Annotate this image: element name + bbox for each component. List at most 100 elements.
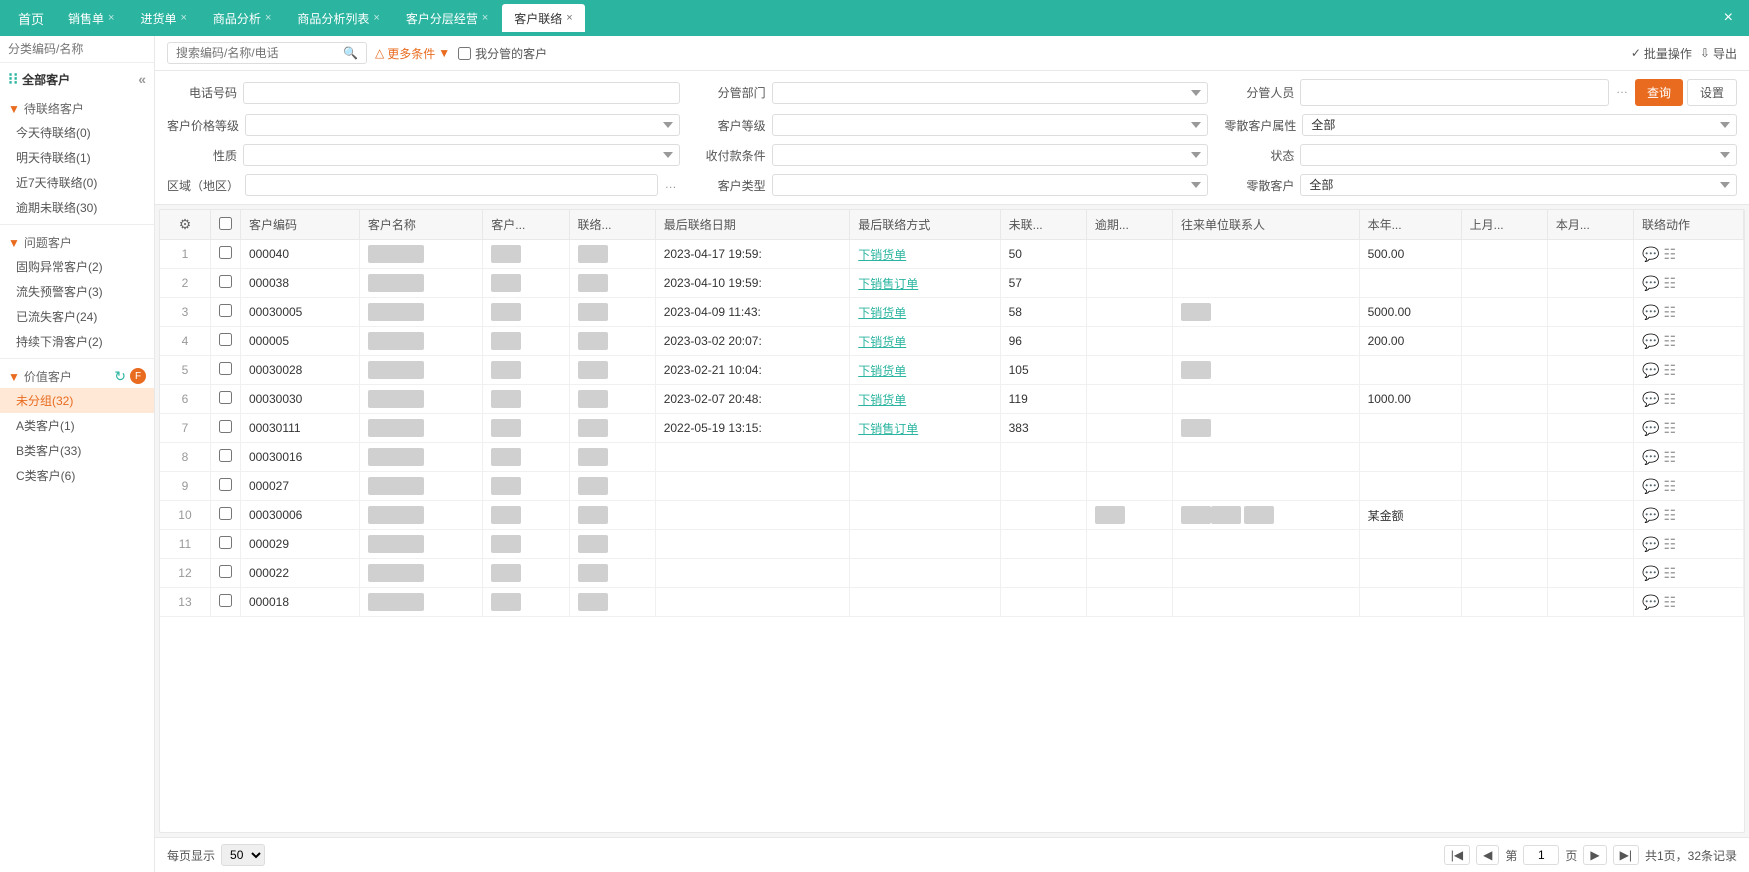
message-action-icon[interactable]: 💬 (1642, 507, 1659, 524)
my-customers-checkbox[interactable]: 我分管的客户 (458, 45, 547, 62)
sidebar-item-7days[interactable]: 近7天待联络(0) (0, 170, 154, 195)
sidebar-item-churned[interactable]: 已流失客户(24) (0, 304, 154, 329)
retail-customer-select[interactable]: 全部 (1300, 174, 1737, 196)
message-action-icon[interactable]: 💬 (1642, 594, 1659, 611)
message-action-icon[interactable]: 💬 (1642, 391, 1659, 408)
row-checkbox[interactable] (219, 304, 232, 317)
customer-grade-select[interactable] (772, 114, 1209, 136)
message-action-icon[interactable]: 💬 (1642, 333, 1659, 350)
method-link[interactable]: 下销售订单 (858, 277, 918, 291)
message-action-icon[interactable]: 💬 (1642, 536, 1659, 553)
customer-type-select[interactable] (772, 174, 1209, 196)
row-checkbox-cell[interactable] (210, 327, 240, 356)
dept-select[interactable] (772, 82, 1209, 104)
prev-page-button[interactable]: ◀ (1476, 845, 1499, 865)
search-icon[interactable]: 🔍 (343, 46, 358, 60)
tab-purchase[interactable]: 进货单 × (128, 4, 198, 32)
message-action-icon[interactable]: 💬 (1642, 275, 1659, 292)
refresh-icon[interactable]: ↻ (114, 368, 126, 385)
sidebar-item-c-class[interactable]: C类客户(6) (0, 463, 154, 488)
grid-action-icon[interactable]: ☷ (1663, 478, 1676, 495)
grid-action-icon[interactable]: ☷ (1663, 536, 1676, 553)
region-more-icon[interactable]: … (662, 174, 680, 196)
row-checkbox[interactable] (219, 275, 232, 288)
row-checkbox[interactable] (219, 333, 232, 346)
grid-action-icon[interactable]: ☷ (1663, 507, 1676, 524)
message-action-icon[interactable]: 💬 (1642, 420, 1659, 437)
method-link[interactable]: 下销货单 (858, 335, 906, 349)
staff-input[interactable] (1300, 79, 1609, 106)
sidebar-item-a-class[interactable]: A类客户(1) (0, 413, 154, 438)
my-customers-check[interactable] (458, 47, 471, 60)
th-checkbox[interactable] (210, 210, 240, 240)
message-action-icon[interactable]: 💬 (1642, 478, 1659, 495)
batch-op-button[interactable]: ✓ 批量操作 (1631, 45, 1692, 62)
sidebar-item-tomorrow[interactable]: 明天待联络(1) (0, 145, 154, 170)
sidebar-item-churn-warn[interactable]: 流失预警客户(3) (0, 279, 154, 304)
close-product-list-tab[interactable]: × (373, 12, 379, 24)
select-all-checkbox[interactable] (219, 217, 232, 230)
message-action-icon[interactable]: 💬 (1642, 304, 1659, 321)
close-segment-tab[interactable]: × (482, 12, 488, 24)
page-size-select[interactable]: 50 (221, 844, 265, 866)
window-close-button[interactable]: × (1716, 9, 1741, 27)
row-checkbox-cell[interactable] (210, 356, 240, 385)
grid-action-icon[interactable]: ☷ (1663, 565, 1676, 582)
grid-action-icon[interactable]: ☷ (1663, 391, 1676, 408)
sex-select[interactable] (243, 144, 680, 166)
grid-action-icon[interactable]: ☷ (1663, 594, 1676, 611)
method-link[interactable]: 下销货单 (858, 248, 906, 262)
export-button[interactable]: ⇩ 导出 (1700, 45, 1737, 62)
row-checkbox-cell[interactable] (210, 443, 240, 472)
grid-action-icon[interactable]: ☷ (1663, 333, 1676, 350)
region-input[interactable] (245, 174, 658, 196)
sidebar-item-abnormal[interactable]: 固购异常客户(2) (0, 254, 154, 279)
row-checkbox-cell[interactable] (210, 501, 240, 530)
sidebar-item-today[interactable]: 今天待联络(0) (0, 120, 154, 145)
row-checkbox[interactable] (219, 391, 232, 404)
retail-attr-select[interactable]: 全部 (1302, 114, 1737, 136)
message-action-icon[interactable]: 💬 (1642, 362, 1659, 379)
method-link[interactable]: 下销货单 (858, 306, 906, 320)
grid-action-icon[interactable]: ☷ (1663, 420, 1676, 437)
row-checkbox-cell[interactable] (210, 240, 240, 269)
method-link[interactable]: 下销售订单 (858, 422, 918, 436)
row-checkbox[interactable] (219, 478, 232, 491)
row-checkbox[interactable] (219, 507, 232, 520)
method-link[interactable]: 下销货单 (858, 364, 906, 378)
first-page-button[interactable]: |◀ (1444, 845, 1470, 865)
row-checkbox[interactable] (219, 362, 232, 375)
row-checkbox-cell[interactable] (210, 530, 240, 559)
grid-action-icon[interactable]: ☷ (1663, 449, 1676, 466)
value-customers-group[interactable]: ▼ 价值客户 ↻ F (0, 363, 154, 388)
row-checkbox[interactable] (219, 449, 232, 462)
sidebar-item-b-class[interactable]: B类客户(33) (0, 438, 154, 463)
close-product-analysis-tab[interactable]: × (265, 12, 271, 24)
gear-icon[interactable]: ⚙ (179, 216, 192, 232)
page-input[interactable] (1523, 845, 1559, 865)
sidebar-item-overdue[interactable]: 逾期未联络(30) (0, 195, 154, 220)
tab-sales[interactable]: 销售单 × (56, 4, 126, 32)
all-customers-header[interactable]: ⁝⁝ 全部客户 « (0, 63, 154, 95)
grid-action-icon[interactable]: ☷ (1663, 304, 1676, 321)
row-checkbox[interactable] (219, 420, 232, 433)
sidebar-search-input[interactable] (8, 42, 155, 56)
query-button[interactable]: 查询 (1635, 79, 1683, 106)
staff-more-icon[interactable]: … (1613, 79, 1631, 106)
tab-customer-contact[interactable]: 客户联络 × (502, 4, 584, 32)
grid-action-icon[interactable]: ☷ (1663, 362, 1676, 379)
status-select[interactable] (1300, 144, 1737, 166)
close-sales-tab[interactable]: × (108, 12, 114, 24)
method-link[interactable]: 下销货单 (858, 393, 906, 407)
more-filters-button[interactable]: △ 更多条件 ▼ (375, 45, 450, 62)
row-checkbox-cell[interactable] (210, 269, 240, 298)
search-input[interactable] (176, 46, 339, 60)
grid-action-icon[interactable]: ☷ (1663, 275, 1676, 292)
row-checkbox-cell[interactable] (210, 559, 240, 588)
phone-input[interactable] (243, 82, 680, 104)
tab-customer-segment[interactable]: 客户分层经营 × (394, 4, 500, 32)
row-checkbox-cell[interactable] (210, 472, 240, 501)
problem-customers-group[interactable]: ▼ 问题客户 (0, 229, 154, 254)
next-page-button[interactable]: ▶ (1583, 845, 1606, 865)
tab-product-analysis[interactable]: 商品分析 × (201, 4, 283, 32)
